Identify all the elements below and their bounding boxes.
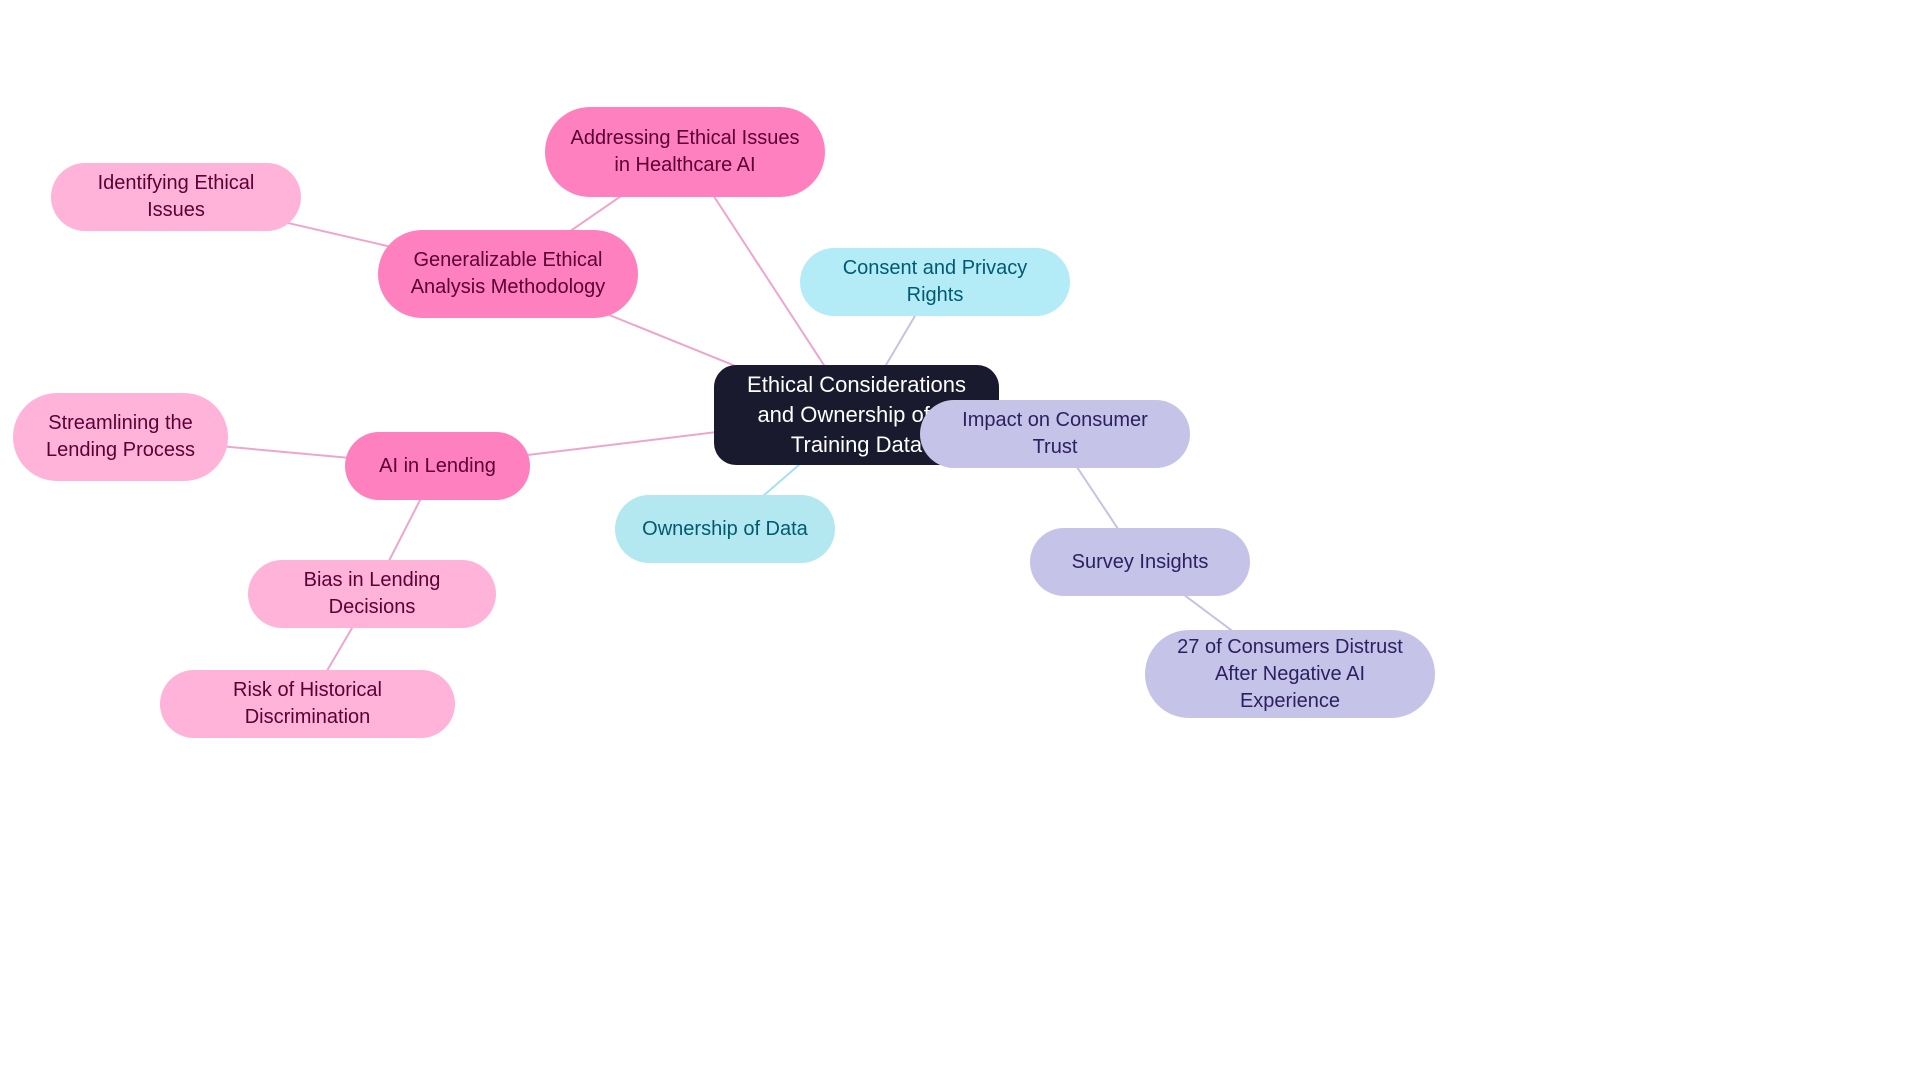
- node-consumers-distrust[interactable]: 27 of Consumers Distrust After Negative …: [1145, 630, 1435, 718]
- node-ownership-data[interactable]: Ownership of Data: [615, 495, 835, 563]
- node-bias-lending[interactable]: Bias in Lending Decisions: [248, 560, 496, 628]
- node-consent-privacy[interactable]: Consent and Privacy Rights: [800, 248, 1070, 316]
- node-streamlining[interactable]: Streamlining the Lending Process: [13, 393, 228, 481]
- mindmap-canvas: [0, 0, 1920, 1083]
- node-survey-insights[interactable]: Survey Insights: [1030, 528, 1250, 596]
- node-identifying-ethical[interactable]: Identifying Ethical Issues: [51, 163, 301, 231]
- node-ai-lending[interactable]: AI in Lending: [345, 432, 530, 500]
- node-addressing-ethical[interactable]: Addressing Ethical Issues in Healthcare …: [545, 107, 825, 197]
- node-historical-discrimination[interactable]: Risk of Historical Discrimination: [160, 670, 455, 738]
- node-generalizable[interactable]: Generalizable Ethical Analysis Methodolo…: [378, 230, 638, 318]
- node-impact-consumer[interactable]: Impact on Consumer Trust: [920, 400, 1190, 468]
